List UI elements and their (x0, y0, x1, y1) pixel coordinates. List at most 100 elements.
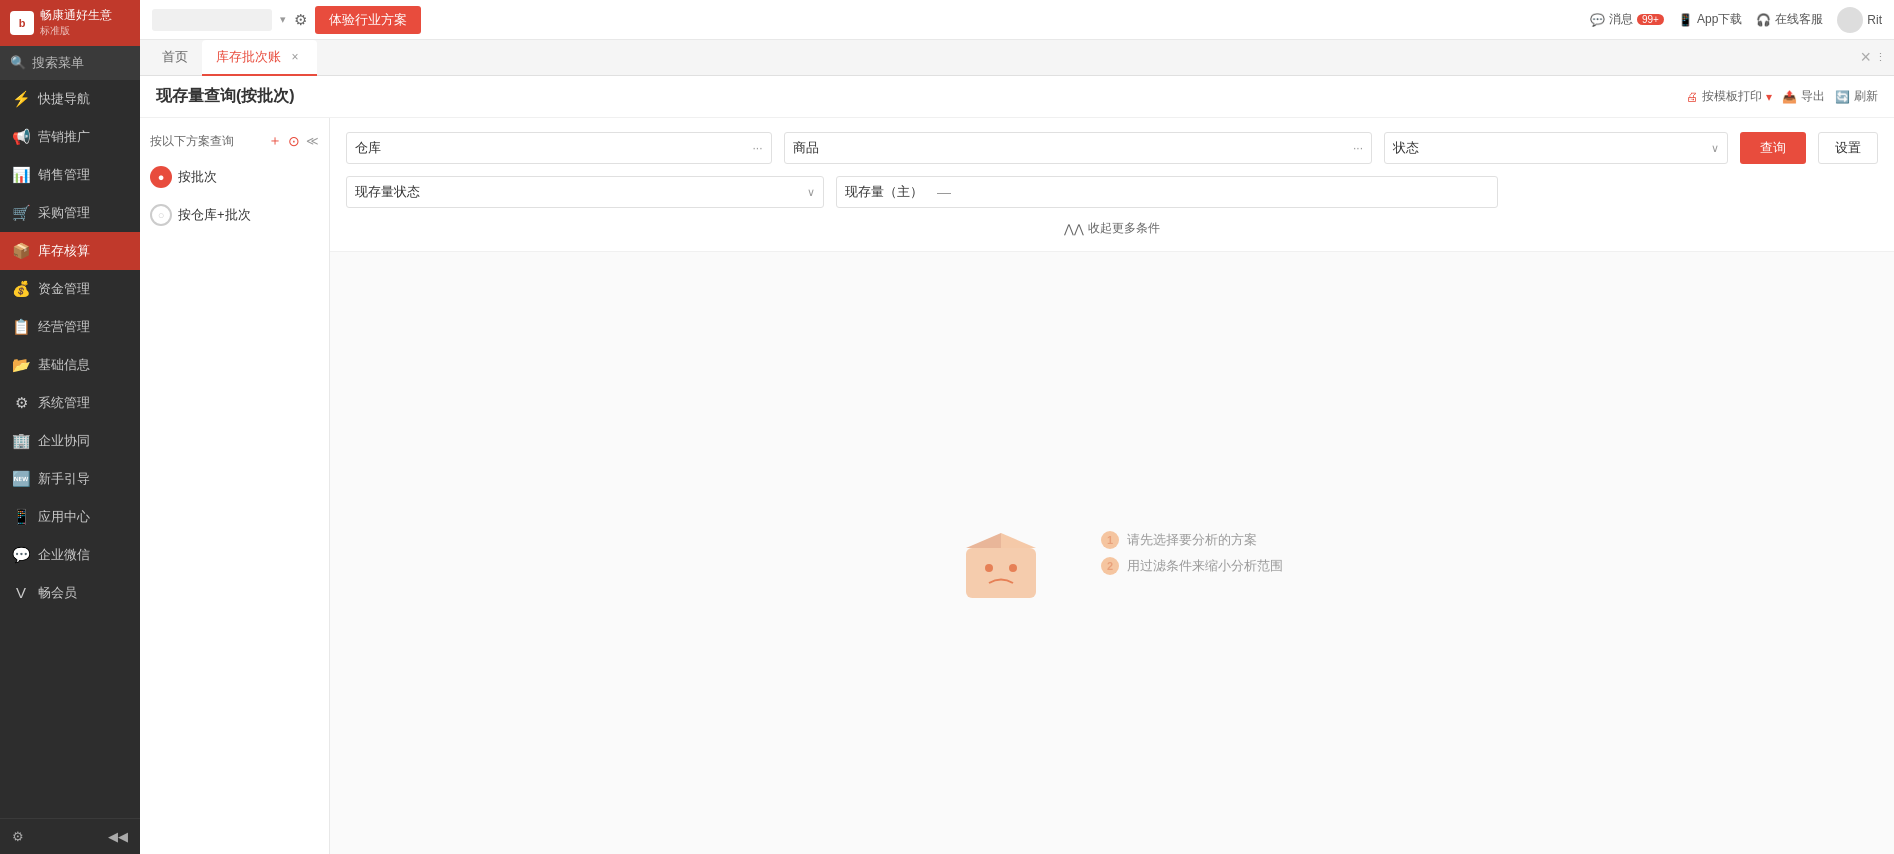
svg-marker-2 (1001, 533, 1036, 548)
left-panel-header: 按以下方案查询 ＋ ⊙ ≪ (140, 128, 329, 158)
sidebar-item-label: 营销推广 (38, 128, 90, 146)
svg-rect-0 (966, 548, 1036, 598)
right-panel: 仓库 ··· 商品 ··· 状态 ∨ 查询 设置 (330, 118, 1894, 854)
topbar-right: 💬 消息 99+ 📱 App下载 🎧 在线客服 Rit (1590, 7, 1882, 33)
sidebar-item-wechat[interactable]: 💬 企业微信 (0, 536, 140, 574)
purchase-icon: 🛒 (12, 204, 30, 222)
by-warehouse-icon-inner: ○ (158, 209, 165, 221)
topbar-dropdown-arrow[interactable]: ▾ (280, 13, 286, 26)
sidebar-search-label: 搜索菜单 (32, 54, 84, 72)
sidebar-company-name: 畅康通好生意 (40, 8, 112, 24)
inventory-status-filter[interactable]: 现存量状态 ∨ (346, 176, 824, 208)
sidebar-item-enterprise[interactable]: 🏢 企业协同 (0, 422, 140, 460)
collapse-up-icon: ⋀⋀ (1064, 222, 1084, 236)
sidebar-item-guide[interactable]: 🆕 新手引导 (0, 460, 140, 498)
system-icon: ⚙ (12, 394, 30, 412)
sidebar-edition: 标准版 (40, 24, 112, 38)
app-center-icon: 📱 (12, 508, 30, 526)
filter-settings-btn[interactable]: 设置 (1818, 132, 1878, 164)
empty-state: 1 请先选择要分析的方案 2 用过滤条件来缩小分析范围 (330, 252, 1894, 854)
refresh-btn[interactable]: 🔄 刷新 (1835, 88, 1878, 105)
sidebar-item-label: 销售管理 (38, 166, 90, 184)
sidebar-header: b 畅康通好生意 标准版 (0, 0, 140, 46)
export-btn[interactable]: 📤 导出 (1782, 88, 1825, 105)
left-panel-actions: ＋ ⊙ ≪ (268, 132, 319, 150)
quick-nav-icon: ⚡ (12, 90, 30, 108)
sidebar-item-label: 经营管理 (38, 318, 90, 336)
tip-num-2: 2 (1101, 557, 1119, 575)
topbar: ▾ ⚙ 体验行业方案 💬 消息 99+ 📱 App下载 🎧 在线客服 Rit (140, 0, 1894, 40)
product-dots[interactable]: ··· (1353, 141, 1363, 155)
enterprise-icon: 🏢 (12, 432, 30, 450)
tab-close-btn[interactable]: × (287, 49, 303, 65)
empty-tips: 1 请先选择要分析的方案 2 用过滤条件来缩小分析范围 (1101, 531, 1283, 575)
product-filter[interactable]: 商品 ··· (784, 132, 1373, 164)
warehouse-dots[interactable]: ··· (752, 141, 762, 155)
topbar-search-input[interactable] (152, 9, 272, 31)
status-filter[interactable]: 状态 ∨ (1384, 132, 1728, 164)
sidebar-item-purchase[interactable]: 🛒 采购管理 (0, 194, 140, 232)
sidebar-item-system[interactable]: ⚙ 系统管理 (0, 384, 140, 422)
sidebar-footer: ⚙ ◀◀ (0, 818, 140, 854)
collapse-filters-btn[interactable]: ⋀⋀ 收起更多条件 (346, 220, 1878, 237)
collapse-label: 收起更多条件 (1088, 220, 1160, 237)
online-service-btn[interactable]: 🎧 在线客服 (1756, 11, 1823, 28)
print-btn[interactable]: 🖨 按模板打印 ▾ (1686, 88, 1772, 105)
query-btn[interactable]: 查询 (1740, 132, 1806, 164)
app-download-btn[interactable]: 📱 App下载 (1678, 11, 1742, 28)
tab-home[interactable]: 首页 (148, 40, 202, 76)
solution-settings-icon[interactable]: ⊙ (288, 133, 300, 149)
tip-text-1: 请先选择要分析的方案 (1127, 531, 1257, 549)
tab-area-close-btn[interactable]: × (1860, 47, 1871, 68)
sidebar-item-label: 库存核算 (38, 242, 90, 260)
print-dropdown-icon[interactable]: ▾ (1766, 90, 1772, 104)
warehouse-label: 仓库 (355, 139, 381, 157)
sidebar-item-app-center[interactable]: 📱 应用中心 (0, 498, 140, 536)
refresh-label: 刷新 (1854, 88, 1878, 105)
sidebar-item-inventory[interactable]: 📦 库存核算 (0, 232, 140, 270)
wechat-icon: 💬 (12, 546, 30, 564)
experience-industry-btn[interactable]: 体验行业方案 (315, 6, 421, 34)
empty-tip-2: 2 用过滤条件来缩小分析范围 (1101, 557, 1283, 575)
sidebar-item-marketing[interactable]: 📢 营销推广 (0, 118, 140, 156)
operations-icon: 📋 (12, 318, 30, 336)
warehouse-filter[interactable]: 仓库 ··· (346, 132, 772, 164)
empty-tip-1: 1 请先选择要分析的方案 (1101, 531, 1283, 549)
sidebar-item-operations[interactable]: 📋 经营管理 (0, 308, 140, 346)
print-label: 按模板打印 (1702, 88, 1762, 105)
filter-row-1: 仓库 ··· 商品 ··· 状态 ∨ 查询 设置 (346, 132, 1878, 164)
inventory-qty-filter[interactable]: 现存量（主） — (836, 176, 1498, 208)
solution-by-warehouse-batch[interactable]: ○ 按仓库+批次 (140, 196, 329, 234)
solution-collapse-icon[interactable]: ≪ (306, 134, 319, 148)
inventory-status-arrow[interactable]: ∨ (807, 186, 815, 199)
status-dropdown-arrow[interactable]: ∨ (1711, 142, 1719, 155)
sidebar-search-btn[interactable]: 🔍 搜索菜单 (0, 46, 140, 80)
solution-by-batch-label: 按批次 (178, 168, 217, 186)
tab-inventory-batch[interactable]: 库存批次账 × (202, 40, 317, 76)
add-solution-icon[interactable]: ＋ (268, 132, 282, 150)
sidebar-item-finance[interactable]: 💰 资金管理 (0, 270, 140, 308)
svg-point-4 (1009, 564, 1017, 572)
sidebar-item-basic-info[interactable]: 📂 基础信息 (0, 346, 140, 384)
sidebar-item-quick-nav[interactable]: ⚡ 快捷导航 (0, 80, 140, 118)
settings-icon: ⚙ (12, 829, 24, 844)
page-content: 现存量查询(按批次) 🖨 按模板打印 ▾ 📤 导出 🔄 刷新 (140, 76, 1894, 854)
sidebar-item-vip[interactable]: V 畅会员 (0, 574, 140, 612)
main-area: ▾ ⚙ 体验行业方案 💬 消息 99+ 📱 App下载 🎧 在线客服 Rit (140, 0, 1894, 854)
user-avatar[interactable]: Rit (1837, 7, 1882, 33)
sidebar-logo: b (10, 11, 34, 35)
sidebar-item-label: 系统管理 (38, 394, 90, 412)
guide-icon: 🆕 (12, 470, 30, 488)
topbar-gear-icon[interactable]: ⚙ (294, 11, 307, 29)
finance-icon: 💰 (12, 280, 30, 298)
empty-svg (946, 508, 1056, 608)
solution-by-batch[interactable]: ● 按批次 (140, 158, 329, 196)
message-btn[interactable]: 💬 消息 99+ (1590, 11, 1664, 28)
tab-expand-icon[interactable]: ⋮ (1875, 51, 1886, 64)
collapse-sidebar-btn[interactable]: ◀◀ (108, 829, 128, 844)
service-icon: 🎧 (1756, 13, 1771, 27)
sidebar-item-sales[interactable]: 📊 销售管理 (0, 156, 140, 194)
tab-batch-label: 库存批次账 (216, 48, 281, 66)
sidebar-item-label: 基础信息 (38, 356, 90, 374)
settings-btn[interactable]: ⚙ (12, 829, 24, 844)
